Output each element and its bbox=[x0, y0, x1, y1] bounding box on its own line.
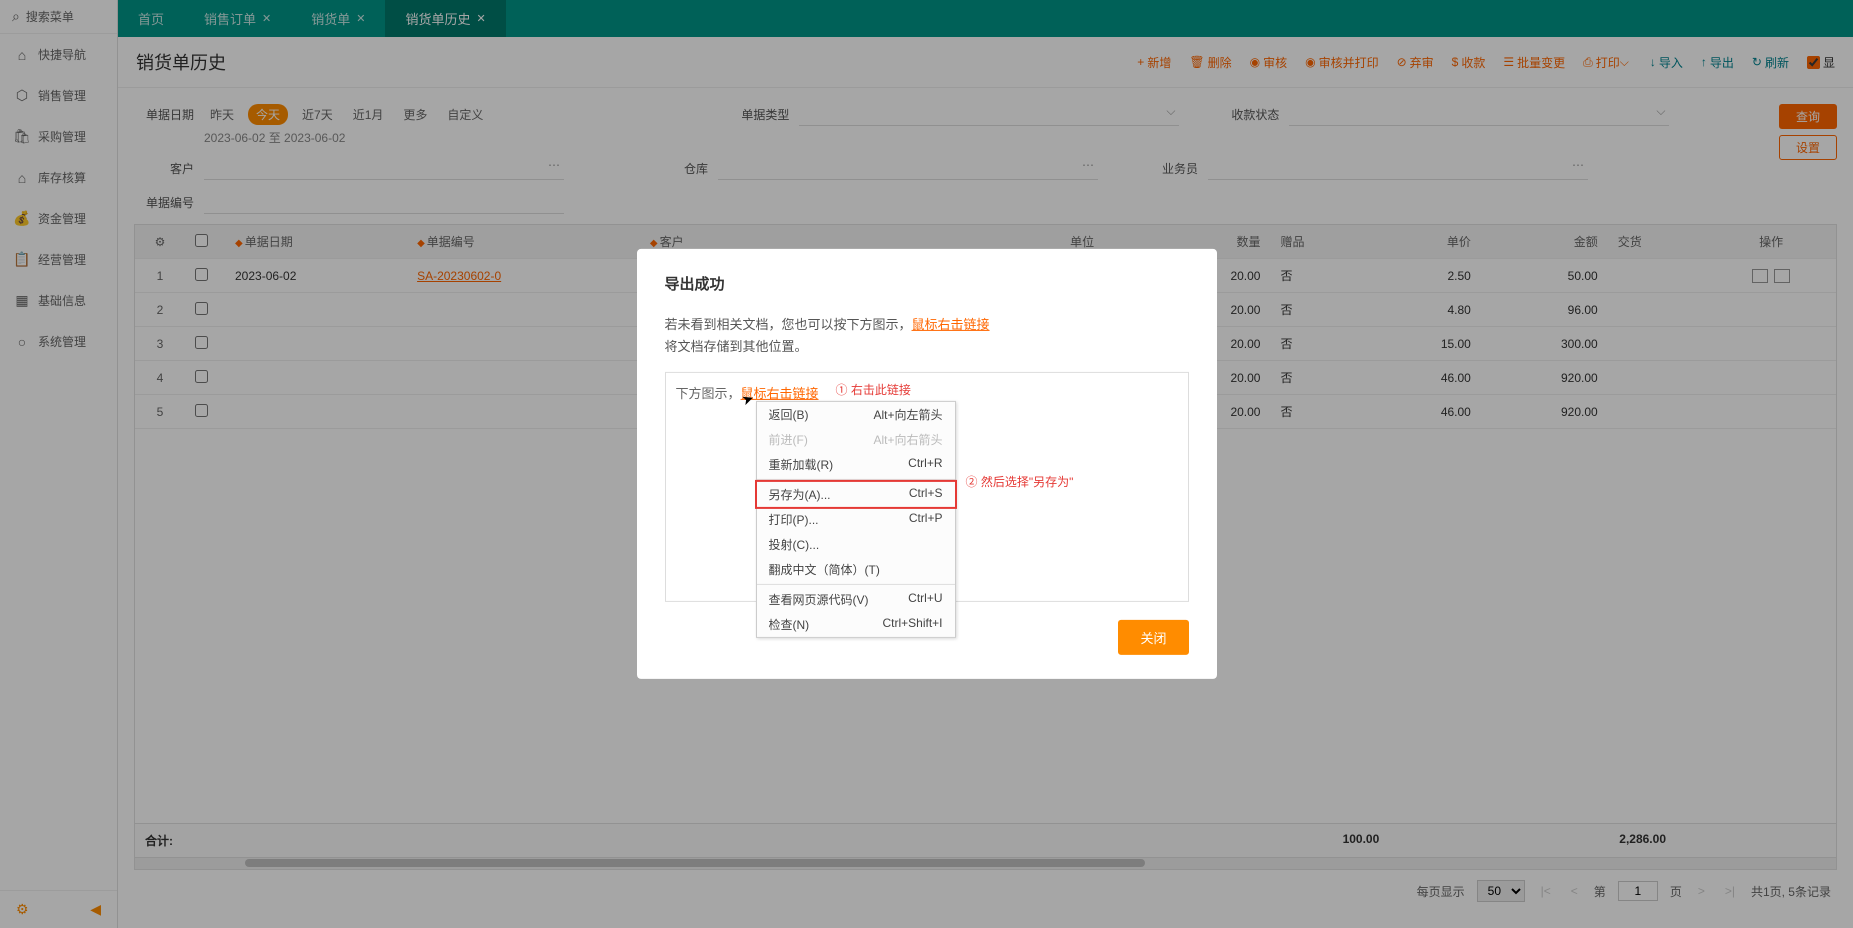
context-menu-item: 另存为(A)...Ctrl+S bbox=[757, 482, 955, 507]
context-menu-item: 前进(F)Alt+向右箭头 bbox=[757, 427, 955, 452]
context-menu: 返回(B)Alt+向左箭头前进(F)Alt+向右箭头重新加载(R)Ctrl+R 另… bbox=[756, 401, 956, 638]
modal-description: 若未看到相关文档，您也可以按下方图示，鼠标右击链接 将文档存储到其他位置。 bbox=[665, 314, 1189, 358]
instruction-image: 下方图示，鼠标右击链接 ➤ ① 右击此链接 ② 然后选择"另存为" 返回(B)A… bbox=[665, 372, 1189, 602]
context-menu-item: 查看网页源代码(V)Ctrl+U bbox=[757, 587, 955, 612]
annotation-2: ② 然后选择"另存为" bbox=[966, 473, 1074, 490]
context-menu-item: 检查(N)Ctrl+Shift+I bbox=[757, 612, 955, 637]
close-button[interactable]: 关闭 bbox=[1118, 620, 1188, 655]
context-menu-item: 打印(P)...Ctrl+P bbox=[757, 507, 955, 532]
modal-title: 导出成功 bbox=[665, 273, 1189, 294]
context-menu-item: 翻成中文（简体）(T) bbox=[757, 557, 955, 582]
context-menu-item: 返回(B)Alt+向左箭头 bbox=[757, 402, 955, 427]
export-success-modal: 导出成功 若未看到相关文档，您也可以按下方图示，鼠标右击链接 将文档存储到其他位… bbox=[637, 249, 1217, 679]
context-menu-item: 重新加载(R)Ctrl+R bbox=[757, 452, 955, 477]
right-click-link[interactable]: 鼠标右击链接 bbox=[912, 317, 990, 332]
context-menu-item: 投射(C)... bbox=[757, 532, 955, 557]
annotation-1: ① 右击此链接 bbox=[836, 381, 911, 398]
